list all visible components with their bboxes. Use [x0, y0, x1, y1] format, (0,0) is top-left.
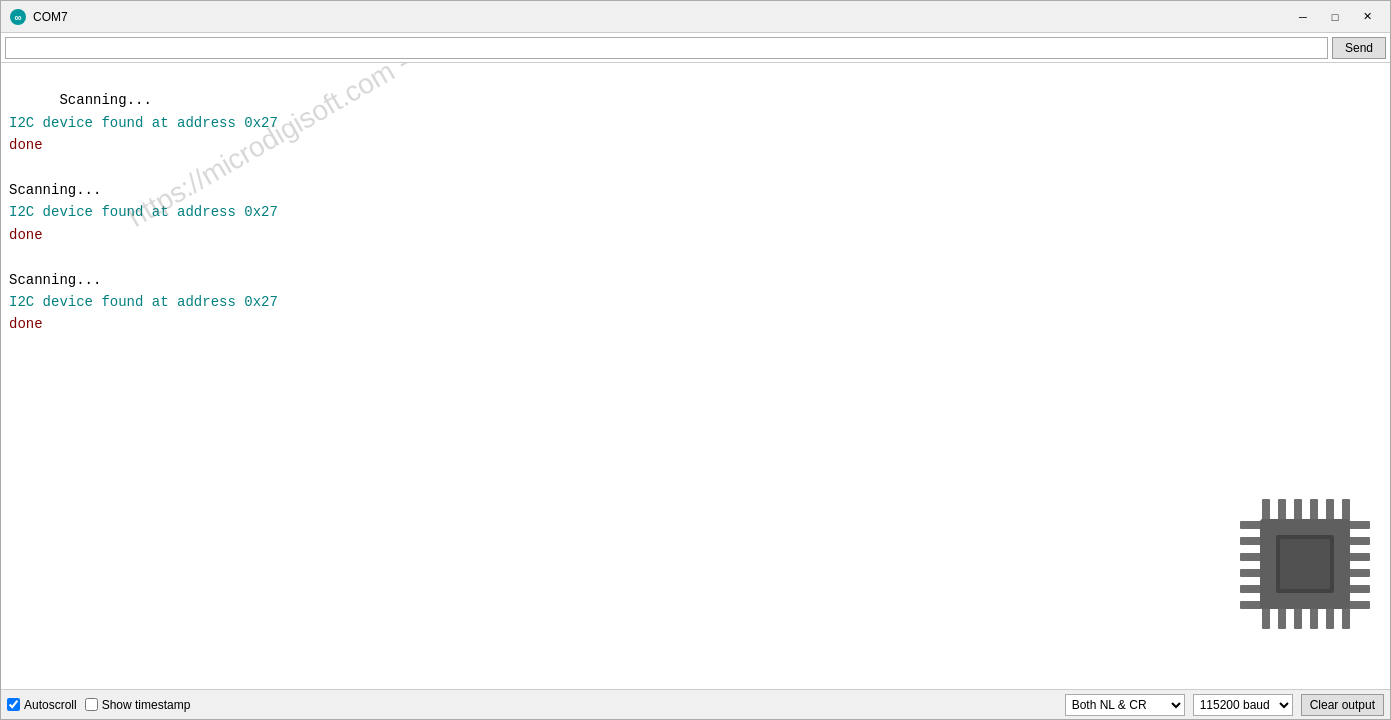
- line-scanning-3: Scanning...: [9, 272, 101, 288]
- svg-rect-8: [1348, 521, 1370, 529]
- autoscroll-group: Autoscroll: [7, 698, 77, 712]
- window-controls: ─ □ ✕: [1288, 7, 1382, 27]
- svg-rect-14: [1262, 499, 1270, 521]
- svg-rect-24: [1326, 607, 1334, 629]
- line-done-1: done: [9, 137, 43, 153]
- svg-rect-19: [1342, 499, 1350, 521]
- line-scanning-1: Scanning...: [59, 92, 151, 108]
- svg-rect-25: [1342, 607, 1350, 629]
- timestamp-group: Show timestamp: [85, 698, 191, 712]
- svg-rect-28: [1280, 539, 1330, 589]
- line-ending-select[interactable]: No line ending Newline Carriage return B…: [1065, 694, 1185, 716]
- message-input[interactable]: [5, 37, 1328, 59]
- line-scanning-2: Scanning...: [9, 182, 101, 198]
- svg-rect-9: [1348, 537, 1370, 545]
- svg-rect-10: [1348, 553, 1370, 561]
- line-done-2: done: [9, 227, 43, 243]
- console-area[interactable]: https://microdigisoft.com - 12:12 pm Sca…: [1, 63, 1390, 689]
- svg-rect-16: [1294, 499, 1302, 521]
- svg-rect-4: [1240, 553, 1262, 561]
- app-icon: ∞: [9, 8, 27, 26]
- title-bar: ∞ COM7 ─ □ ✕: [1, 1, 1390, 33]
- baud-select[interactable]: 300 baud 1200 baud 2400 baud 4800 baud 9…: [1193, 694, 1293, 716]
- svg-text:∞: ∞: [14, 12, 21, 23]
- svg-rect-23: [1310, 607, 1318, 629]
- svg-rect-12: [1348, 585, 1370, 593]
- autoscroll-label: Autoscroll: [24, 698, 77, 712]
- line-done-3: done: [9, 316, 43, 332]
- chip-icon: [1240, 499, 1370, 629]
- svg-rect-7: [1240, 601, 1262, 609]
- svg-rect-22: [1294, 607, 1302, 629]
- svg-rect-17: [1310, 499, 1318, 521]
- line-i2c-2: I2C device found at address 0x27: [9, 204, 278, 220]
- svg-rect-20: [1262, 607, 1270, 629]
- svg-rect-13: [1348, 601, 1370, 609]
- arduino-serial-monitor: ∞ COM7 ─ □ ✕ Send https://microdigisoft.…: [0, 0, 1391, 720]
- send-button[interactable]: Send: [1332, 37, 1386, 59]
- window-title: COM7: [33, 10, 1288, 24]
- input-row: Send: [1, 33, 1390, 63]
- status-bar: Autoscroll Show timestamp No line ending…: [1, 689, 1390, 719]
- svg-rect-5: [1240, 569, 1262, 577]
- console-output: Scanning... I2C device found at address …: [9, 67, 1382, 380]
- svg-rect-21: [1278, 607, 1286, 629]
- close-button[interactable]: ✕: [1352, 7, 1382, 27]
- clear-output-button[interactable]: Clear output: [1301, 694, 1384, 716]
- svg-rect-15: [1278, 499, 1286, 521]
- timestamp-label: Show timestamp: [102, 698, 191, 712]
- line-i2c-1: I2C device found at address 0x27: [9, 115, 278, 131]
- svg-rect-11: [1348, 569, 1370, 577]
- svg-rect-18: [1326, 499, 1334, 521]
- timestamp-checkbox[interactable]: [85, 698, 98, 711]
- svg-rect-2: [1240, 521, 1262, 529]
- svg-rect-3: [1240, 537, 1262, 545]
- minimize-button[interactable]: ─: [1288, 7, 1318, 27]
- maximize-button[interactable]: □: [1320, 7, 1350, 27]
- line-i2c-3: I2C device found at address 0x27: [9, 294, 278, 310]
- svg-rect-6: [1240, 585, 1262, 593]
- autoscroll-checkbox[interactable]: [7, 698, 20, 711]
